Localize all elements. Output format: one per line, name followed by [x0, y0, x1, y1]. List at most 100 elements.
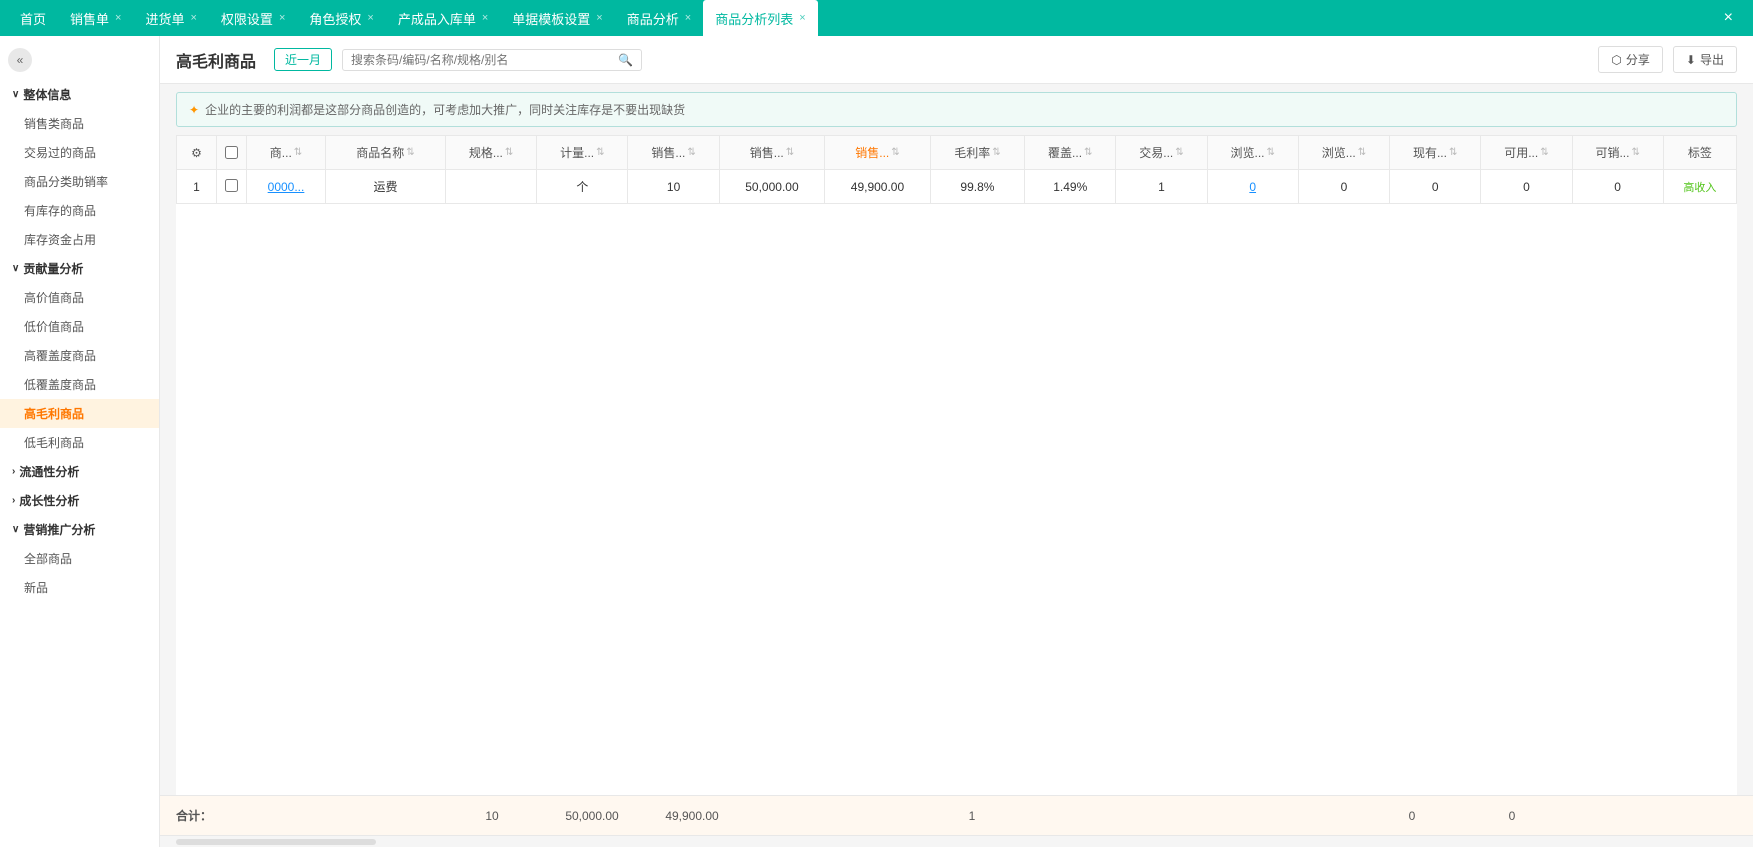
row-browse2: 0	[1298, 170, 1389, 204]
top-nav: 首页 销售单 × 进货单 × 权限设置 × 角色授权 × 产成品入库单 × 单据…	[0, 0, 1753, 36]
sort-spec-icon[interactable]: ⇅	[505, 147, 513, 158]
sidebar-group-marketing[interactable]: ∨ 营销推广分析	[0, 515, 159, 544]
nav-permissions[interactable]: 权限设置 ×	[209, 0, 297, 36]
arrow-overall-icon: ∨	[12, 89, 19, 100]
col-current: 现有...⇅	[1390, 136, 1481, 170]
sort-unit-icon[interactable]: ⇅	[596, 147, 604, 158]
nav-production[interactable]: 产成品入库单 ×	[386, 0, 500, 36]
content-header: 高毛利商品 近一月 🔍 ⬡ 分享 ⬇ 导出	[160, 36, 1753, 84]
col-tag: 标签	[1663, 136, 1736, 170]
col-saleable: 可销...⇅	[1572, 136, 1663, 170]
row-code[interactable]: 0000...	[247, 170, 326, 204]
sidebar-item-stocked-goods[interactable]: 有库存的商品	[0, 196, 159, 225]
row-gross-rate: 99.8%	[930, 170, 1024, 204]
col-checkbox[interactable]	[217, 136, 247, 170]
row-spec	[445, 170, 536, 204]
nav-analysis-list[interactable]: 商品分析列表 ×	[703, 0, 817, 36]
nav-home[interactable]: 首页	[8, 0, 58, 36]
sort-browse1-icon[interactable]: ⇅	[1267, 147, 1275, 158]
row-transactions: 1	[1116, 170, 1207, 204]
sidebar-item-low-value[interactable]: 低价值商品	[0, 312, 159, 341]
col-sales-qty: 销售...⇅	[628, 136, 719, 170]
sidebar-item-category-rate[interactable]: 商品分类助销率	[0, 167, 159, 196]
nav-purchase[interactable]: 进货单 ×	[133, 0, 208, 36]
export-button[interactable]: ⬇ 导出	[1673, 46, 1737, 73]
col-browse1: 浏览...⇅	[1207, 136, 1298, 170]
sort-grossrate-icon[interactable]: ⇅	[992, 147, 1000, 158]
sort-current-icon[interactable]: ⇅	[1449, 147, 1457, 158]
nav-analysis[interactable]: 商品分析 ×	[615, 0, 703, 36]
nav-roles[interactable]: 角色授权 ×	[297, 0, 385, 36]
filter-month-button[interactable]: 近一月	[274, 48, 332, 71]
nav-sales[interactable]: 销售单 ×	[58, 0, 133, 36]
row-current: 0	[1390, 170, 1481, 204]
close-sales-tab[interactable]: ×	[115, 12, 121, 24]
sidebar-group-circulation[interactable]: › 流通性分析	[0, 457, 159, 486]
arrow-marketing-icon: ∨	[12, 524, 19, 535]
footer-saleable: 0	[1472, 809, 1552, 823]
close-analysis-tab[interactable]: ×	[685, 12, 691, 24]
table-header-row: ⚙ 商...⇅ 商品名称⇅ 规	[177, 136, 1737, 170]
col-available: 可用...⇅	[1481, 136, 1572, 170]
sidebar-group-contribution[interactable]: ∨ 贡献量分析	[0, 254, 159, 283]
sidebar-item-high-margin[interactable]: 高毛利商品	[0, 399, 159, 428]
col-settings[interactable]: ⚙	[177, 136, 217, 170]
sort-salesamt-icon[interactable]: ⇅	[786, 147, 794, 158]
sidebar-group-growth[interactable]: › 成长性分析	[0, 486, 159, 515]
share-button[interactable]: ⬡ 分享	[1598, 46, 1663, 73]
sidebar-item-high-coverage[interactable]: 高覆盖度商品	[0, 341, 159, 370]
footer-sales-amt: 50,000.00	[552, 809, 632, 823]
row-checkbox[interactable]	[217, 170, 247, 204]
collapse-sidebar-button[interactable]: «	[8, 48, 32, 72]
scroll-thumb[interactable]	[176, 839, 376, 845]
horizontal-scrollbar[interactable]	[160, 835, 1753, 847]
select-all-checkbox[interactable]	[225, 146, 238, 159]
close-analysis-list-tab[interactable]: ×	[799, 12, 805, 24]
close-production-tab[interactable]: ×	[482, 12, 488, 24]
sidebar-item-new-goods[interactable]: 新品	[0, 573, 159, 602]
sidebar-item-stock-capital[interactable]: 库存资金占用	[0, 225, 159, 254]
sort-saleable-icon[interactable]: ⇅	[1631, 147, 1639, 158]
row-browse1[interactable]: 0	[1207, 170, 1298, 204]
arrow-growth-icon: ›	[12, 495, 15, 506]
sort-salesnet-icon[interactable]: ⇅	[891, 147, 899, 158]
arrow-contribution-icon: ∨	[12, 263, 19, 274]
sort-code-icon[interactable]: ⇅	[294, 147, 302, 158]
sort-coverage-icon[interactable]: ⇅	[1084, 147, 1092, 158]
search-icon[interactable]: 🔍	[618, 53, 633, 67]
col-sales-amt: 销售...⇅	[719, 136, 825, 170]
close-purchase-tab[interactable]: ×	[190, 12, 196, 24]
close-permissions-tab[interactable]: ×	[279, 12, 285, 24]
close-all-button[interactable]: ×	[1712, 9, 1745, 27]
row-available: 0	[1481, 170, 1572, 204]
col-code: 商...⇅	[247, 136, 326, 170]
close-roles-tab[interactable]: ×	[367, 12, 373, 24]
row-coverage: 1.49%	[1025, 170, 1116, 204]
sort-browse2-icon[interactable]: ⇅	[1358, 147, 1366, 158]
sidebar-item-sales-goods[interactable]: 销售类商品	[0, 109, 159, 138]
sidebar-item-low-margin[interactable]: 低毛利商品	[0, 428, 159, 457]
footer-available: 0	[1372, 809, 1452, 823]
row-sales-net: 49,900.00	[825, 170, 931, 204]
sort-available-icon[interactable]: ⇅	[1540, 147, 1548, 158]
col-sales-net: 销售...⇅	[825, 136, 931, 170]
sidebar-group-overall[interactable]: ∨ 整体信息	[0, 80, 159, 109]
search-input[interactable]	[351, 53, 618, 67]
sidebar-item-high-value[interactable]: 高价值商品	[0, 283, 159, 312]
sort-transactions-icon[interactable]: ⇅	[1175, 147, 1183, 158]
sidebar: « ∨ 整体信息 销售类商品 交易过的商品 商品分类助销率 有库存的商品 库存资…	[0, 36, 160, 847]
sort-salesqty-icon[interactable]: ⇅	[687, 147, 695, 158]
col-browse2: 浏览...⇅	[1298, 136, 1389, 170]
sidebar-item-traded-goods[interactable]: 交易过的商品	[0, 138, 159, 167]
sidebar-item-low-coverage[interactable]: 低覆盖度商品	[0, 370, 159, 399]
row-select-checkbox[interactable]	[225, 179, 238, 192]
nav-template[interactable]: 单据模板设置 ×	[500, 0, 614, 36]
page-title: 高毛利商品	[176, 48, 256, 72]
col-transactions: 交易...⇅	[1116, 136, 1207, 170]
close-template-tab[interactable]: ×	[596, 12, 602, 24]
search-box: 🔍	[342, 49, 642, 71]
row-unit: 个	[537, 170, 628, 204]
sidebar-item-all-goods[interactable]: 全部商品	[0, 544, 159, 573]
sort-name-icon[interactable]: ⇅	[406, 147, 414, 158]
table-footer: 合计： 10 50,000.00 49,900.00 1 0 0	[160, 795, 1753, 835]
